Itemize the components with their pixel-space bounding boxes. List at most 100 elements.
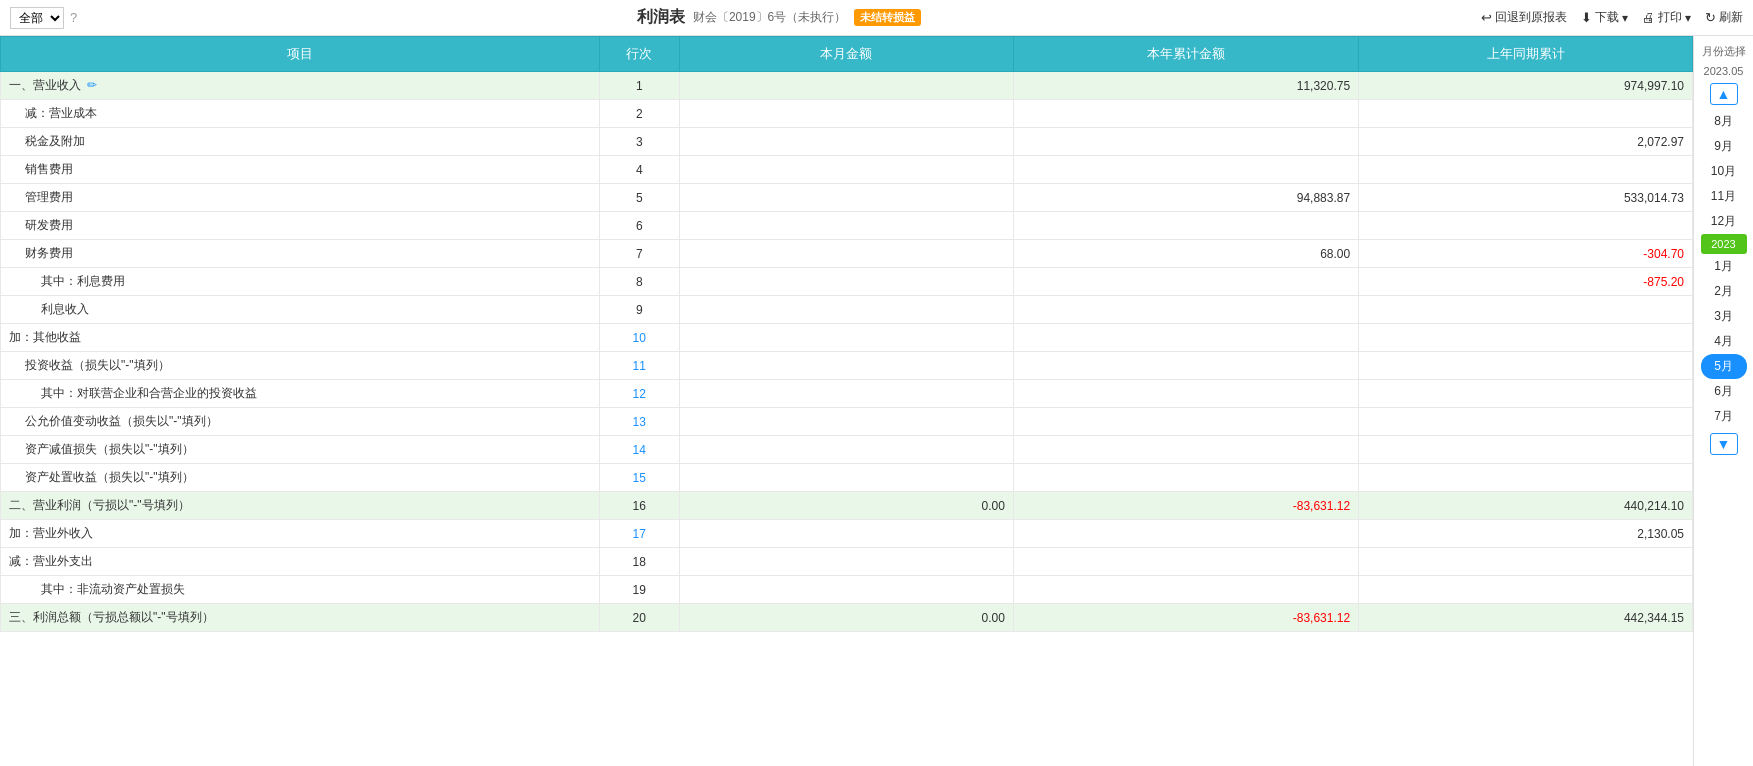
sidebar-month-item[interactable]: 12月 [1701, 209, 1747, 234]
sidebar-month-item[interactable]: 3月 [1701, 304, 1747, 329]
table-row: 公允价值变动收益（损失以"-"填列）13 [1, 408, 1693, 436]
item-cell: 研发费用 [1, 212, 600, 240]
top-bar-actions: ↩ 回退到原报表 ⬇ 下载 ▾ 🖨 打印 ▾ ↻ 刷新 [1481, 9, 1743, 26]
prev-year-cell: 2,130.05 [1359, 520, 1693, 548]
prev-year-cell: 2,072.97 [1359, 128, 1693, 156]
item-cell: 其中：非流动资产处置损失 [1, 576, 600, 604]
item-cell: 财务费用 [1, 240, 600, 268]
prev-year-cell: -875.20 [1359, 268, 1693, 296]
table-row: 其中：利息费用8-875.20 [1, 268, 1693, 296]
row-number-cell: 18 [599, 548, 680, 576]
year-amount-cell [1013, 156, 1358, 184]
item-cell: 利息收入 [1, 296, 600, 324]
nav-down-btn[interactable]: ▼ [1710, 433, 1738, 455]
help-icon[interactable]: ? [70, 10, 77, 25]
prev-year-cell [1359, 100, 1693, 128]
year-amount-cell [1013, 520, 1358, 548]
month-amount-cell [680, 212, 1014, 240]
col-header-month: 本月金额 [680, 37, 1014, 72]
item-cell: 销售费用 [1, 156, 600, 184]
table-row: 加：其他收益10 [1, 324, 1693, 352]
year-amount-cell [1013, 212, 1358, 240]
month-amount-cell: 0.00 [680, 492, 1014, 520]
item-cell: 税金及附加 [1, 128, 600, 156]
download-btn[interactable]: ⬇ 下载 ▾ [1581, 9, 1628, 26]
sidebar-month-item[interactable]: 4月 [1701, 329, 1747, 354]
row-number-cell[interactable]: 10 [599, 324, 680, 352]
row-number-cell[interactable]: 13 [599, 408, 680, 436]
month-amount-cell [680, 184, 1014, 212]
sidebar-month-item[interactable]: 9月 [1701, 134, 1747, 159]
sidebar-month-item[interactable]: 11月 [1701, 184, 1747, 209]
prev-year-cell [1359, 548, 1693, 576]
month-list: 8月9月10月11月12月20231月2月3月4月5月6月7月 [1701, 109, 1747, 429]
category-dropdown[interactable]: 全部 [10, 7, 64, 29]
item-cell: 加：其他收益 [1, 324, 600, 352]
year-amount-cell [1013, 324, 1358, 352]
year-amount-cell [1013, 548, 1358, 576]
row-number-cell: 3 [599, 128, 680, 156]
item-cell: 三、利润总额（亏损总额以"-"号填列） [1, 604, 600, 632]
prev-year-cell [1359, 352, 1693, 380]
row-number-cell: 7 [599, 240, 680, 268]
row-number-cell[interactable]: 11 [599, 352, 680, 380]
sidebar-month-item[interactable]: 7月 [1701, 404, 1747, 429]
year-amount-cell: -83,631.12 [1013, 492, 1358, 520]
table-row: 二、营业利润（亏损以"-"号填列）160.00-83,631.12440,214… [1, 492, 1693, 520]
item-cell: 一、营业收入✏ [1, 72, 600, 100]
item-cell: 二、营业利润（亏损以"-"号填列） [1, 492, 600, 520]
sidebar-nav-down: ▼ [1710, 429, 1738, 459]
item-cell: 减：营业成本 [1, 100, 600, 128]
edit-icon[interactable]: ✏ [87, 78, 97, 92]
table-row: 减：营业外支出18 [1, 548, 1693, 576]
table-row: 资产减值损失（损失以"-"填列）14 [1, 436, 1693, 464]
nav-up-btn[interactable]: ▲ [1710, 83, 1738, 105]
col-header-item: 项目 [1, 37, 600, 72]
month-amount-cell [680, 520, 1014, 548]
page-title-area: 利润表 财会〔2019〕6号（未执行） 未结转损益 [637, 7, 921, 28]
month-amount-cell [680, 240, 1014, 268]
print-btn[interactable]: 🖨 打印 ▾ [1642, 9, 1691, 26]
table-row: 研发费用6 [1, 212, 1693, 240]
row-number-cell: 4 [599, 156, 680, 184]
prev-year-cell: 440,214.10 [1359, 492, 1693, 520]
item-cell: 管理费用 [1, 184, 600, 212]
item-cell: 资产处置收益（损失以"-"填列） [1, 464, 600, 492]
row-number-cell[interactable]: 12 [599, 380, 680, 408]
year-amount-cell [1013, 464, 1358, 492]
sidebar-month-item[interactable]: 2月 [1701, 279, 1747, 304]
month-amount-cell [680, 128, 1014, 156]
sidebar-month-item[interactable]: 2023 [1701, 234, 1747, 254]
row-number-cell: 1 [599, 72, 680, 100]
row-number-cell[interactable]: 15 [599, 464, 680, 492]
prev-year-cell: -304.70 [1359, 240, 1693, 268]
year-amount-cell [1013, 128, 1358, 156]
row-number-cell[interactable]: 14 [599, 436, 680, 464]
sidebar-month-item[interactable]: 1月 [1701, 254, 1747, 279]
row-number-cell: 2 [599, 100, 680, 128]
table-row: 其中：非流动资产处置损失19 [1, 576, 1693, 604]
year-amount-cell [1013, 380, 1358, 408]
row-number-cell[interactable]: 17 [599, 520, 680, 548]
table-row: 销售费用4 [1, 156, 1693, 184]
table-row: 税金及附加3 2,072.97 [1, 128, 1693, 156]
top-bar: 全部 ? 利润表 财会〔2019〕6号（未执行） 未结转损益 ↩ 回退到原报表 … [0, 0, 1753, 36]
table-row: 利息收入9 [1, 296, 1693, 324]
status-badge: 未结转损益 [854, 9, 921, 26]
refresh-btn[interactable]: ↻ 刷新 [1705, 9, 1743, 26]
prev-year-cell [1359, 464, 1693, 492]
sidebar-month-item[interactable]: 6月 [1701, 379, 1747, 404]
sidebar-month-item[interactable]: 10月 [1701, 159, 1747, 184]
table-row: 资产处置收益（损失以"-"填列）15 [1, 464, 1693, 492]
table-area[interactable]: 项目 行次 本月金额 本年累计金额 上年同期累计 一、营业收入✏111,320.… [0, 36, 1693, 766]
table-row: 其中：对联营企业和合营企业的投资收益12 [1, 380, 1693, 408]
year-amount-cell: 68.00 [1013, 240, 1358, 268]
item-cell: 其中：利息费用 [1, 268, 600, 296]
sidebar-month-item[interactable]: 8月 [1701, 109, 1747, 134]
sidebar-month-active[interactable]: 5月 [1701, 354, 1747, 379]
year-amount-cell [1013, 436, 1358, 464]
back-to-original-btn[interactable]: ↩ 回退到原报表 [1481, 9, 1567, 26]
month-amount-cell: 0.00 [680, 604, 1014, 632]
year-amount-cell [1013, 296, 1358, 324]
month-amount-cell [680, 464, 1014, 492]
